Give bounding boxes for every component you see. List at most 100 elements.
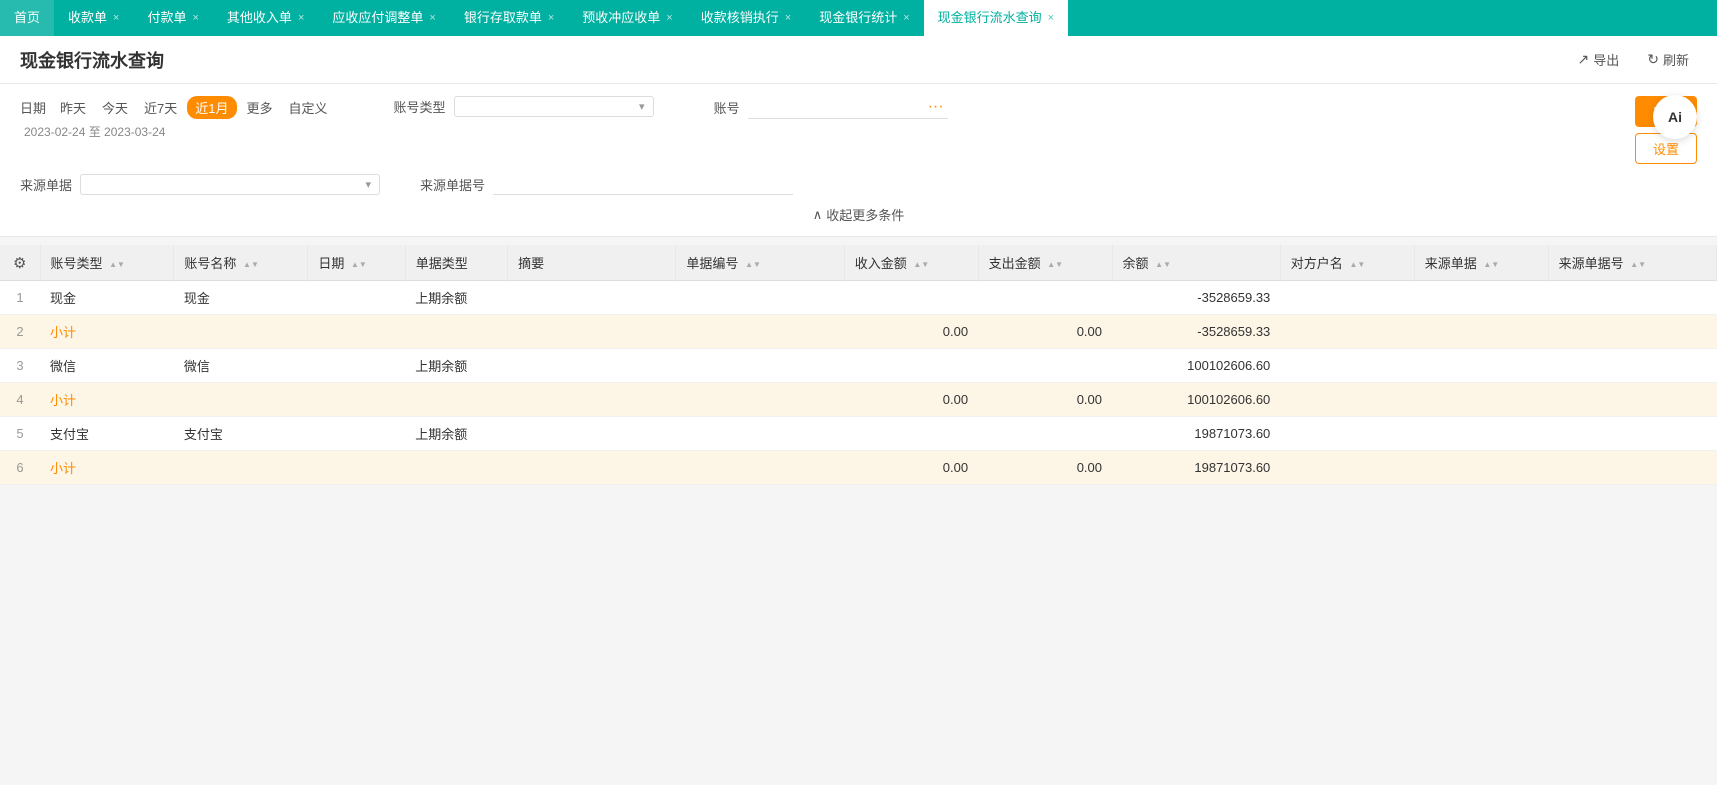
account-type-select[interactable]: ▾ [454,96,654,117]
date-opt-7days[interactable]: 近7天 [138,96,183,119]
cell-balance: -3528659.33 [1112,315,1280,349]
top-navigation: 首页 收款单 × 付款单 × 其他收入单 × 应收应付调整单 × 银行存取款单 … [0,0,1717,36]
date-opt-more[interactable]: 更多 [241,96,279,119]
cell-account-type: 小计 [40,383,174,417]
page-title: 现金银行流水查询 [20,47,164,73]
table-header-row: ⚙ 账号类型 ▲▼ 账号名称 ▲▼ 日期 ▲▼ 单据类型 摘 [0,245,1717,281]
close-icon[interactable]: × [429,0,435,36]
cell-date [308,349,405,383]
nav-item-payment[interactable]: 付款单 × [133,0,212,36]
cell-account-name: 现金 [174,281,308,315]
refresh-button[interactable]: ↻ 刷新 [1639,46,1697,73]
gear-icon[interactable]: ⚙ [13,255,26,272]
date-opt-yesterday[interactable]: 昨天 [54,96,92,119]
nav-item-collection[interactable]: 收款核销执行 × [687,0,805,36]
cell-counterpart [1280,451,1414,485]
col-account-name[interactable]: 账号名称 ▲▼ [174,245,308,281]
table-row[interactable]: 2 小计 0.00 0.00 -3528659.33 [0,315,1717,349]
date-opt-today[interactable]: 今天 [96,96,134,119]
source-doc-select[interactable]: ▾ [80,174,380,195]
cell-doc-type [405,383,507,417]
col-doc-no[interactable]: 单据编号 ▲▼ [676,245,844,281]
source-doc-no-label: 来源单据号 [420,175,485,194]
nav-item-other-income[interactable]: 其他收入单 × [213,0,318,36]
nav-item-receipt[interactable]: 收款单 × [54,0,133,36]
cell-balance: 19871073.60 [1112,417,1280,451]
close-icon[interactable]: × [298,0,304,36]
data-table: ⚙ 账号类型 ▲▼ 账号名称 ▲▼ 日期 ▲▼ 单据类型 摘 [0,245,1717,485]
col-balance[interactable]: 余额 ▲▼ [1112,245,1280,281]
col-source-doc-no[interactable]: 来源单据号 ▲▼ [1548,245,1716,281]
col-source-doc[interactable]: 来源单据 ▲▼ [1414,245,1548,281]
close-icon[interactable]: × [785,0,791,36]
cell-source-doc-no [1548,451,1716,485]
nav-item-bank-stats[interactable]: 现金银行统计 × [805,0,923,36]
col-gear[interactable]: ⚙ [0,245,40,281]
table-row[interactable]: 4 小计 0.00 0.00 100102606.60 [0,383,1717,417]
table-row[interactable]: 3 微信 微信 上期余额 100102606.60 [0,349,1717,383]
account-type-label: 账号类型 [394,97,446,116]
filter-area: 日期 昨天 今天 近7天 近1月 更多 自定义 2023-02-24 至 202… [0,84,1717,237]
close-icon[interactable]: × [903,0,909,36]
date-filter-group: 日期 昨天 今天 近7天 近1月 更多 自定义 [20,96,334,119]
nav-item-home[interactable]: 首页 [0,0,54,36]
cell-counterpart [1280,417,1414,451]
date-opt-custom[interactable]: 自定义 [283,96,334,119]
sort-icon: ▲▼ [109,261,125,269]
table-row[interactable]: 1 现金 现金 上期余额 -3528659.33 [0,281,1717,315]
chevron-down-icon: ▾ [365,178,371,191]
row-number: 3 [0,349,40,383]
col-counterpart[interactable]: 对方户名 ▲▼ [1280,245,1414,281]
sort-icon: ▲▼ [1155,261,1171,269]
row-number: 5 [0,417,40,451]
col-date[interactable]: 日期 ▲▼ [308,245,405,281]
close-icon[interactable]: × [548,0,554,36]
nav-item-bank-deposit[interactable]: 银行存取款单 × [450,0,568,36]
table-row[interactable]: 5 支付宝 支付宝 上期余额 19871073.60 [0,417,1717,451]
cell-source-doc [1414,383,1548,417]
cell-account-name: 支付宝 [174,417,308,451]
cell-balance: 19871073.60 [1112,451,1280,485]
export-button[interactable]: ↗ 导出 [1570,46,1628,73]
table-row[interactable]: 6 小计 0.00 0.00 19871073.60 [0,451,1717,485]
ai-badge[interactable]: Ai [1653,95,1697,139]
page-header: 现金银行流水查询 ↗ 导出 ↻ 刷新 [0,36,1717,84]
close-icon[interactable]: × [1048,0,1054,36]
table-body: 1 现金 现金 上期余额 -3528659.33 2 小计 0.00 0.00 … [0,281,1717,485]
col-account-type[interactable]: 账号类型 ▲▼ [40,245,174,281]
sort-icon: ▲▼ [351,261,367,269]
sort-icon: ▲▼ [913,261,929,269]
settings-button[interactable]: 设置 [1635,133,1697,164]
refresh-icon: ↻ [1647,51,1659,68]
cell-summary [508,417,676,451]
cell-doc-type [405,315,507,349]
nav-item-adjustment[interactable]: 应收应付调整单 × [318,0,449,36]
cell-counterpart [1280,281,1414,315]
nav-item-prepaid[interactable]: 预收冲应收单 × [568,0,686,36]
cell-counterpart [1280,349,1414,383]
close-icon[interactable]: × [113,0,119,36]
sort-icon: ▲▼ [1349,261,1365,269]
cell-source-doc-no [1548,349,1716,383]
close-icon[interactable]: × [666,0,672,36]
col-expense[interactable]: 支出金额 ▲▼ [978,245,1112,281]
cell-expense [978,417,1112,451]
cell-account-name [174,451,308,485]
nav-item-bank-flow[interactable]: 现金银行流水查询 × [924,0,1068,36]
collapse-conditions-button[interactable]: ∧ 收起更多条件 [20,201,1697,228]
account-input[interactable] [748,100,924,115]
date-opt-1month[interactable]: 近1月 [187,96,236,119]
cell-income: 0.00 [844,315,978,349]
col-summary[interactable]: 摘要 [508,245,676,281]
cell-source-doc-no [1548,315,1716,349]
source-doc-no-input[interactable] [493,177,793,192]
cell-summary [508,349,676,383]
cell-date [308,417,405,451]
date-range-display: 2023-02-24 至 2023-03-24 [24,125,165,139]
account-more-icon[interactable]: ··· [924,98,948,116]
cell-doc-no [676,383,844,417]
cell-account-name [174,383,308,417]
col-income[interactable]: 收入金额 ▲▼ [844,245,978,281]
close-icon[interactable]: × [192,0,198,36]
col-doc-type[interactable]: 单据类型 [405,245,507,281]
